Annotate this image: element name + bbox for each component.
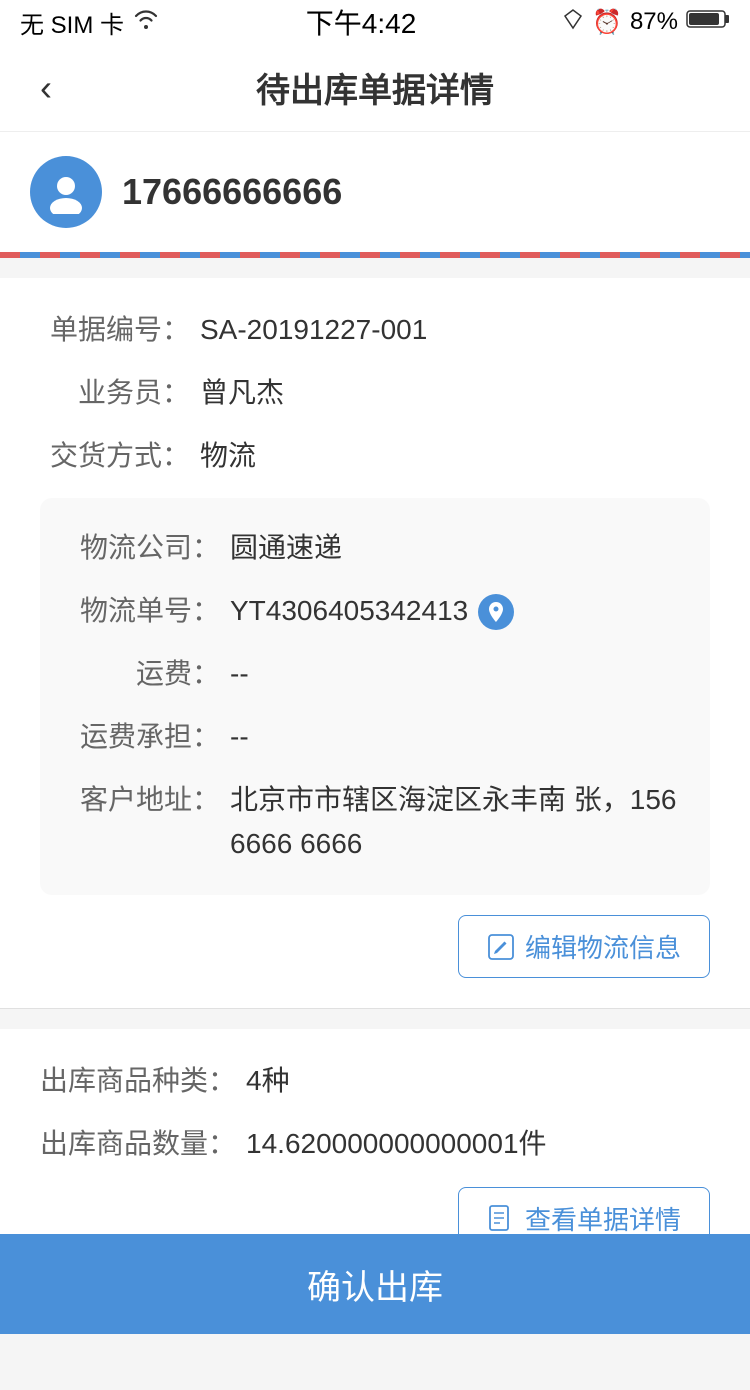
carrier-text: 无 SIM 卡 [20, 5, 124, 40]
logistics-company-row: 物流公司： 圆通速递 [70, 526, 680, 571]
page-title: 待出库单据详情 [256, 63, 494, 112]
location-pin-icon[interactable] [478, 594, 514, 630]
edit-icon [487, 933, 515, 961]
view-detail-label: 查看单据详情 [525, 1200, 681, 1237]
location-icon [562, 8, 584, 37]
goods-quantity-label: 出库商品数量： [40, 1122, 236, 1167]
avatar [30, 156, 102, 228]
back-button[interactable]: ‹ [30, 57, 62, 119]
goods-quantity-value: 14.620000000000001件 [236, 1122, 710, 1167]
salesman-label: 业务员： [40, 371, 190, 416]
status-right: ⏰ 87% [562, 8, 730, 37]
freight-value: -- [220, 652, 680, 697]
track-no-value: YT4306405342413 [220, 589, 680, 634]
section-divider [0, 1008, 750, 1009]
track-no-row: 物流单号： YT4306405342413 [70, 589, 680, 634]
delivery-value: 物流 [190, 434, 710, 479]
order-no-value: SA-20191227-001 [190, 308, 710, 353]
track-no-label: 物流单号： [70, 589, 220, 634]
dashed-divider [0, 252, 750, 258]
address-label: 客户地址： [70, 778, 220, 823]
freight-bear-value: -- [220, 715, 680, 760]
customer-header: 17666666666 [0, 132, 750, 252]
order-no-label: 单据编号： [40, 308, 190, 353]
logistics-company-label: 物流公司： [70, 526, 220, 571]
freight-row: 运费： -- [70, 652, 680, 697]
goods-types-row: 出库商品种类： 4种 [40, 1059, 710, 1104]
logistics-company-value: 圆通速递 [220, 526, 680, 571]
salesman-row: 业务员： 曾凡杰 [40, 371, 710, 416]
order-no-row: 单据编号： SA-20191227-001 [40, 308, 710, 353]
confirm-button-label: 确认出库 [307, 1260, 443, 1309]
customer-phone: 17666666666 [122, 171, 342, 213]
delivery-label: 交货方式： [40, 434, 190, 479]
logistics-card: 物流公司： 圆通速递 物流单号： YT4306405342413 运费： -- … [40, 498, 710, 895]
freight-label: 运费： [70, 652, 220, 697]
edit-btn-row: 编辑物流信息 [40, 915, 710, 978]
address-value: 北京市市辖区海淀区永丰南 张，156 6666 6666 [220, 778, 680, 868]
document-icon [487, 1204, 515, 1232]
edit-logistics-button[interactable]: 编辑物流信息 [458, 915, 710, 978]
battery-icon [686, 8, 730, 37]
goods-types-value: 4种 [236, 1059, 710, 1104]
wifi-icon [132, 8, 160, 36]
alarm-icon: ⏰ [592, 8, 622, 37]
salesman-value: 曾凡杰 [190, 371, 710, 416]
confirm-bar[interactable]: 确认出库 [0, 1234, 750, 1334]
battery-text: 87% [630, 8, 678, 36]
address-row: 客户地址： 北京市市辖区海淀区永丰南 张，156 6666 6666 [70, 778, 680, 868]
freight-bear-row: 运费承担： -- [70, 715, 680, 760]
edit-logistics-label: 编辑物流信息 [525, 928, 681, 965]
time-text: 下午4:42 [306, 2, 417, 42]
status-bar: 无 SIM 卡 下午4:42 ⏰ 87% [0, 0, 750, 44]
delivery-row: 交货方式： 物流 [40, 434, 710, 479]
status-left: 无 SIM 卡 [20, 5, 160, 40]
basic-info-section: 单据编号： SA-20191227-001 业务员： 曾凡杰 交货方式： 物流 … [0, 278, 750, 1008]
goods-types-label: 出库商品种类： [40, 1059, 236, 1104]
nav-bar: ‹ 待出库单据详情 [0, 44, 750, 132]
goods-quantity-row: 出库商品数量： 14.620000000000001件 [40, 1122, 710, 1167]
freight-bear-label: 运费承担： [70, 715, 220, 760]
